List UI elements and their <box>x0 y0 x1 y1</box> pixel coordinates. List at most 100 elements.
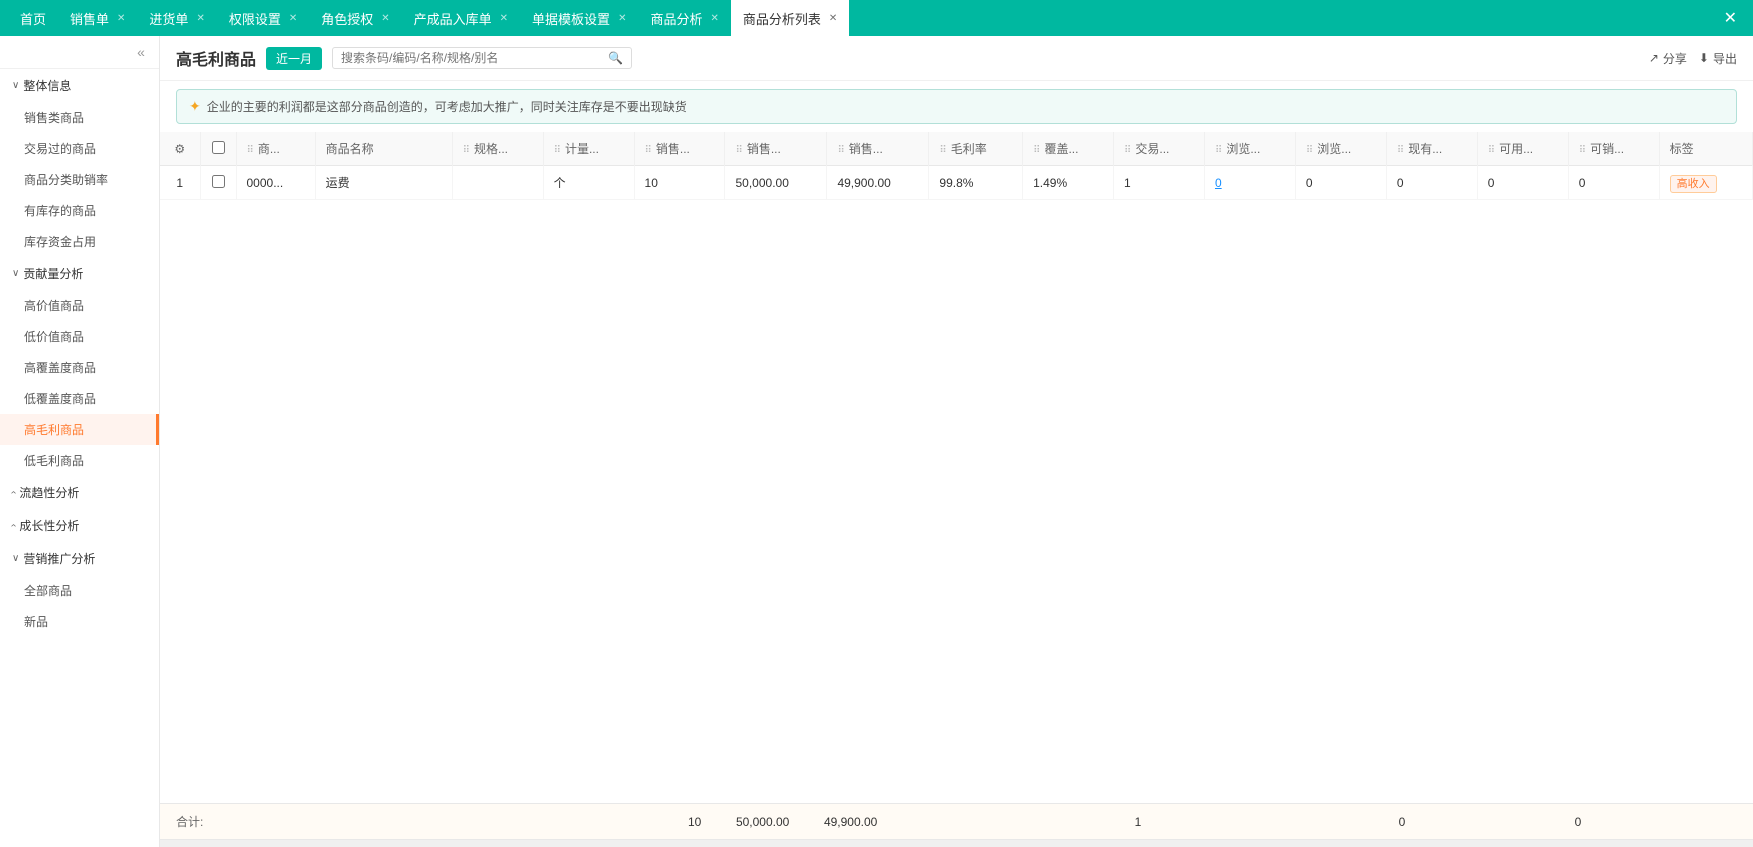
table-container[interactable]: ⚙ ⠿商... 商品名称 ⠿规格... ⠿计量... ⠿销售... ⠿销售...… <box>160 132 1753 803</box>
select-all-checkbox[interactable] <box>212 141 225 154</box>
share-icon: ↗ <box>1649 51 1659 65</box>
col-coverage: ⠿覆盖... <box>1023 132 1114 166</box>
nav-analysis[interactable]: 商品分析 ✕ <box>638 0 730 36</box>
nav-product-in-label: 产成品入库单 <box>414 9 492 28</box>
share-button[interactable]: ↗ 分享 <box>1649 50 1687 67</box>
sidebar-group-overall[interactable]: ∨ 整体信息 <box>0 69 159 102</box>
nav-roles[interactable]: 角色授权 ✕ <box>309 0 401 36</box>
col-views2: ⠿浏览... <box>1295 132 1386 166</box>
col-sales-profit: ⠿销售... <box>827 132 929 166</box>
nav-template[interactable]: 单据模板设置 ✕ <box>520 0 638 36</box>
time-filter-button[interactable]: 近一月 <box>266 47 322 70</box>
table-footer: 合计: 10 50,000.00 49,900.00 1 0 0 <box>160 803 1753 839</box>
footer-transactions: 1 <box>1071 815 1151 829</box>
nav-analysis-list-close[interactable]: ✕ <box>829 13 837 24</box>
nav-template-label: 单据模板设置 <box>532 9 610 28</box>
sidebar-item-high-coverage[interactable]: 高覆盖度商品 <box>0 352 159 383</box>
nav-purchase-label: 进货单 <box>149 9 188 28</box>
nav-analysis-close[interactable]: ✕ <box>710 13 718 24</box>
horizontal-scrollbar[interactable] <box>160 839 1753 847</box>
footer-sales-profit: 49,900.00 <box>807 815 887 829</box>
cell-checkbox[interactable] <box>200 166 236 200</box>
col-sales-amount: ⠿销售... <box>725 132 827 166</box>
nav-permissions[interactable]: 权限设置 ✕ <box>217 0 309 36</box>
sidebar-group-contribution-label: 贡献量分析 <box>23 265 83 282</box>
col-sales-qty: ⠿销售... <box>634 132 725 166</box>
col-tag: 标签 <box>1659 132 1752 166</box>
nav-sales[interactable]: 销售单 ✕ <box>58 0 137 36</box>
sidebar-group-marketing-items: 全部商品 新品 <box>0 575 159 637</box>
share-label: 分享 <box>1663 50 1687 67</box>
search-input[interactable] <box>341 51 602 65</box>
sidebar-group-flow[interactable]: › 流趋性分析 <box>0 476 159 509</box>
col-spec: ⠿规格... <box>452 132 543 166</box>
nav-product-in[interactable]: 产成品入库单 ✕ <box>402 0 520 36</box>
sidebar-group-growth[interactable]: › 成长性分析 <box>0 509 159 542</box>
export-button[interactable]: ⬇ 导出 <box>1699 50 1737 67</box>
sidebar-item-high-value[interactable]: 高价值商品 <box>0 290 159 321</box>
col-index: ⚙ <box>160 132 200 166</box>
cell-sales-amount: 50,000.00 <box>725 166 827 200</box>
cell-name: 运费 <box>315 166 452 200</box>
sidebar-group-contribution-arrow: ∨ <box>12 268 19 279</box>
nav-product-in-close[interactable]: ✕ <box>500 13 508 24</box>
sidebar-group-flow-label: 流趋性分析 <box>19 484 79 501</box>
export-icon: ⬇ <box>1699 51 1709 65</box>
sidebar-item-all-goods[interactable]: 全部商品 <box>0 575 159 606</box>
tag-badge: 高收入 <box>1670 175 1717 193</box>
cell-coverage: 1.49% <box>1023 166 1114 200</box>
table-body: 1 0000... 运费 个 10 50,000.00 49,900.00 99… <box>160 166 1753 200</box>
nav-analysis-list[interactable]: 商品分析列表 ✕ <box>731 0 849 36</box>
sidebar-group-overall-arrow: ∨ <box>12 80 19 91</box>
window-close-button[interactable]: ✕ <box>1716 8 1745 28</box>
sidebar-group-contribution-items: 高价值商品 低价值商品 高覆盖度商品 低覆盖度商品 高毛利商品 低毛利商品 <box>0 290 159 476</box>
sidebar-group-marketing-arrow: ∨ <box>12 553 19 564</box>
info-banner: ✦ 企业的主要的利润都是这部分商品创造的，可考虑加大推广，同时关注库存是不要出现… <box>176 89 1737 124</box>
search-icon[interactable]: 🔍 <box>608 51 623 65</box>
sidebar-item-low-margin[interactable]: 低毛利商品 <box>0 445 159 476</box>
nav-permissions-close[interactable]: ✕ <box>289 13 297 24</box>
settings-icon[interactable]: ⚙ <box>174 142 185 156</box>
col-checkbox <box>200 132 236 166</box>
sidebar-item-sales-goods[interactable]: 销售类商品 <box>0 102 159 133</box>
sidebar-group-overall-label: 整体信息 <box>23 77 71 94</box>
nav-analysis-list-label: 商品分析列表 <box>743 9 821 28</box>
sidebar-item-low-value[interactable]: 低价值商品 <box>0 321 159 352</box>
sidebar-collapse-button[interactable]: « <box>129 40 153 64</box>
footer-current-stock: 0 <box>1335 815 1415 829</box>
sidebar-item-in-stock-goods[interactable]: 有库存的商品 <box>0 195 159 226</box>
col-code: ⠿商... <box>236 132 315 166</box>
sidebar-item-traded-goods[interactable]: 交易过的商品 <box>0 133 159 164</box>
table-row: 1 0000... 运费 个 10 50,000.00 49,900.00 99… <box>160 166 1753 200</box>
info-icon: ✦ <box>189 98 201 115</box>
sidebar-group-marketing[interactable]: ∨ 营销推广分析 <box>0 542 159 575</box>
sidebar: « ∨ 整体信息 销售类商品 交易过的商品 商品分类助销率 有库存的商品 库存资… <box>0 36 160 847</box>
sidebar-item-stock-capital[interactable]: 库存资金占用 <box>0 226 159 257</box>
cell-transactions: 1 <box>1114 166 1205 200</box>
sidebar-item-high-margin[interactable]: 高毛利商品 <box>0 414 159 445</box>
nav-home[interactable]: 首页 <box>8 0 58 36</box>
table-header-row: ⚙ ⠿商... 商品名称 ⠿规格... ⠿计量... ⠿销售... ⠿销售...… <box>160 132 1753 166</box>
sidebar-group-flow-arrow: › <box>8 491 19 494</box>
sidebar-item-new-goods[interactable]: 新品 <box>0 606 159 637</box>
sidebar-group-contribution[interactable]: ∨ 贡献量分析 <box>0 257 159 290</box>
nav-sales-close[interactable]: ✕ <box>117 13 125 24</box>
sidebar-item-low-coverage[interactable]: 低覆盖度商品 <box>0 383 159 414</box>
cell-views2: 0 <box>1295 166 1386 200</box>
sidebar-item-category-rate[interactable]: 商品分类助销率 <box>0 164 159 195</box>
nav-template-close[interactable]: ✕ <box>618 13 626 24</box>
cell-tag: 高收入 <box>1659 166 1752 200</box>
col-available-stock: ⠿可用... <box>1477 132 1568 166</box>
nav-roles-close[interactable]: ✕ <box>381 13 389 24</box>
sidebar-group-overall-items: 销售类商品 交易过的商品 商品分类助销率 有库存的商品 库存资金占用 <box>0 102 159 257</box>
nav-analysis-label: 商品分析 <box>650 9 702 28</box>
cell-available-stock: 0 <box>1477 166 1568 200</box>
cell-views1[interactable]: 0 <box>1204 166 1295 200</box>
cell-unit: 个 <box>543 166 634 200</box>
search-box: 🔍 <box>332 47 632 69</box>
cell-gross-margin: 99.8% <box>929 166 1023 200</box>
nav-purchase-close[interactable]: ✕ <box>196 13 204 24</box>
nav-purchase[interactable]: 进货单 ✕ <box>137 0 216 36</box>
main-layout: « ∨ 整体信息 销售类商品 交易过的商品 商品分类助销率 有库存的商品 库存资… <box>0 36 1753 847</box>
cell-index: 1 <box>160 166 200 200</box>
